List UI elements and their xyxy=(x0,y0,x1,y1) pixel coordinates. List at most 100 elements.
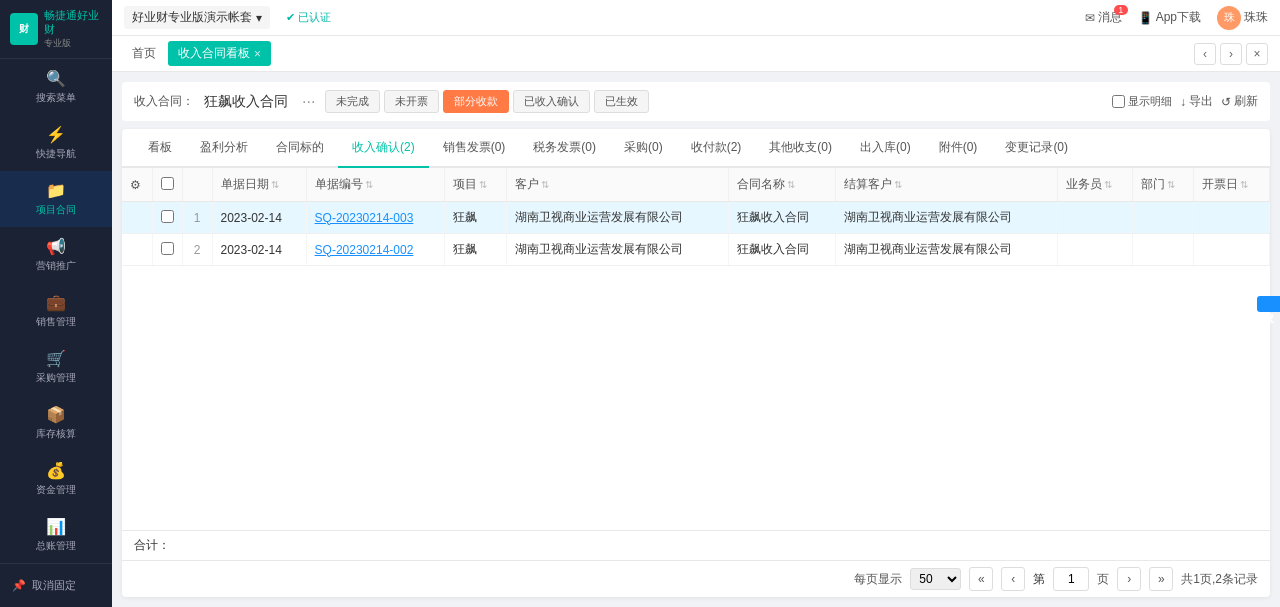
message-icon: ✉ xyxy=(1085,11,1095,25)
tab-income-contract[interactable]: 收入合同看板 × xyxy=(168,41,271,66)
sidebar-item-finance[interactable]: 💰资金管理 xyxy=(0,451,112,507)
status-btn-partial[interactable]: 部分收款 xyxy=(443,90,509,113)
row-checkbox[interactable] xyxy=(161,210,174,223)
total-label: 合计： xyxy=(134,537,170,554)
row-num: 1 xyxy=(182,202,212,234)
sidebar-item-project[interactable]: 📁项目合同 xyxy=(0,171,112,227)
logo-icon: 财 xyxy=(10,13,38,45)
inner-tab-change_log[interactable]: 变更记录(0) xyxy=(991,129,1082,168)
cancel-fixed-button[interactable]: 📌 取消固定 xyxy=(8,572,104,599)
app-download-button[interactable]: 📱 App下载 xyxy=(1138,9,1201,26)
row-gear[interactable] xyxy=(122,234,152,266)
row-dept xyxy=(1133,202,1194,234)
tab-next-button[interactable]: › xyxy=(1220,43,1242,65)
inner-tab-income_confirm[interactable]: 收入确认(2) xyxy=(338,129,429,168)
pagination-bar: 每页显示 2050100 « ‹ 第 页 › » 共1页,2条记录 xyxy=(122,560,1270,597)
inner-tab-tax_invoice[interactable]: 税务发票(0) xyxy=(519,129,610,168)
th-date[interactable]: 单据日期⇅ xyxy=(212,168,306,202)
tab-close-button[interactable]: × xyxy=(1246,43,1268,65)
row-check[interactable] xyxy=(152,202,182,234)
sidebar-item-inventory[interactable]: 📦库存核算 xyxy=(0,395,112,451)
contract-label: 收入合同： xyxy=(134,93,194,110)
row-contract-name: 狂飙收入合同 xyxy=(728,202,835,234)
tabbar: 首页 收入合同看板 × ‹ › × xyxy=(112,36,1280,72)
inner-tab-purchase[interactable]: 采购(0) xyxy=(610,129,677,168)
status-btn-no-invoice[interactable]: 未开票 xyxy=(384,90,439,113)
table-head: ⚙ 单据日期⇅ 单据编号⇅ 项目⇅ 客户⇅ 合同名称⇅ 结算客户⇅ 业务员⇅ 部… xyxy=(122,168,1270,202)
topbar: 好业财专业版演示帐套 ▾ ✔ 已认证 ✉ 1 消息 📱 App下载 珠 珠珠 xyxy=(112,0,1280,36)
show-detail-checkbox[interactable] xyxy=(1112,95,1125,108)
sidebar-item-general[interactable]: 📊总账管理 xyxy=(0,507,112,563)
inner-tab-payment[interactable]: 收付款(2) xyxy=(677,129,756,168)
sidebar-item-search[interactable]: 🔍搜索菜单 xyxy=(0,59,112,115)
first-page-button[interactable]: « xyxy=(969,567,993,591)
topbar-right: ✉ 1 消息 📱 App下载 珠 珠珠 xyxy=(1085,6,1268,30)
show-detail-label[interactable]: 显示明细 xyxy=(1112,94,1172,109)
refresh-button[interactable]: ↺ 刷新 xyxy=(1221,93,1258,110)
user-menu[interactable]: 珠 珠珠 xyxy=(1217,6,1268,30)
row-code[interactable]: SQ-20230214-003 xyxy=(306,202,445,234)
th-contract-name[interactable]: 合同名称⇅ xyxy=(728,168,835,202)
last-page-button[interactable]: » xyxy=(1149,567,1173,591)
th-invoice-date[interactable]: 开票日⇅ xyxy=(1194,168,1270,202)
th-project[interactable]: 项目⇅ xyxy=(445,168,506,202)
table-row[interactable]: 1 2023-02-14 SQ-20230214-003 狂飙 湖南卫视商业运营… xyxy=(122,202,1270,234)
export-icon: ↓ xyxy=(1180,95,1186,109)
row-num: 2 xyxy=(182,234,212,266)
th-settings[interactable]: ⚙ xyxy=(122,168,152,202)
tab-prev-button[interactable]: ‹ xyxy=(1194,43,1216,65)
export-button[interactable]: ↓ 导出 xyxy=(1180,93,1213,110)
right-float-button[interactable]: 收款记录 xyxy=(1257,296,1280,312)
inner-tab-outbound[interactable]: 出入库(0) xyxy=(846,129,925,168)
th-customer[interactable]: 客户⇅ xyxy=(506,168,728,202)
message-button[interactable]: ✉ 1 消息 xyxy=(1085,9,1122,26)
inner-tab-profit[interactable]: 盈利分析 xyxy=(186,129,262,168)
status-btn-effective[interactable]: 已生效 xyxy=(594,90,649,113)
sidebar-item-purchase[interactable]: 🛒采购管理 xyxy=(0,339,112,395)
company-selector[interactable]: 好业财专业版演示帐套 ▾ xyxy=(124,6,270,29)
prev-page-button[interactable]: ‹ xyxy=(1001,567,1025,591)
page-size-select[interactable]: 2050100 xyxy=(910,568,961,590)
row-code[interactable]: SQ-20230214-002 xyxy=(306,234,445,266)
status-buttons: 未完成未开票部分收款已收入确认已生效 xyxy=(325,90,649,113)
row-invoice-date xyxy=(1194,202,1270,234)
th-dept[interactable]: 部门⇅ xyxy=(1133,168,1194,202)
sidebar-item-quick[interactable]: ⚡快捷导航 xyxy=(0,115,112,171)
th-checkbox[interactable] xyxy=(152,168,182,202)
sidebar-item-marketing[interactable]: 📢营销推广 xyxy=(0,227,112,283)
table-header-row: ⚙ 单据日期⇅ 单据编号⇅ 项目⇅ 客户⇅ 合同名称⇅ 结算客户⇅ 业务员⇅ 部… xyxy=(122,168,1270,202)
status-btn-incomplete[interactable]: 未完成 xyxy=(325,90,380,113)
tab-close-icon[interactable]: × xyxy=(254,47,261,61)
th-salesperson[interactable]: 业务员⇅ xyxy=(1057,168,1133,202)
sidebar-icon-search: 🔍 xyxy=(46,69,66,88)
table-wrapper[interactable]: ⚙ 单据日期⇅ 单据编号⇅ 项目⇅ 客户⇅ 合同名称⇅ 结算客户⇅ 业务员⇅ 部… xyxy=(122,168,1270,530)
avatar: 珠 xyxy=(1217,6,1241,30)
select-all-checkbox[interactable] xyxy=(161,177,174,190)
th-code[interactable]: 单据编号⇅ xyxy=(306,168,445,202)
inner-tab-attachments[interactable]: 附件(0) xyxy=(925,129,992,168)
next-page-button[interactable]: › xyxy=(1117,567,1141,591)
refresh-icon: ↺ xyxy=(1221,95,1231,109)
inner-tab-other_income[interactable]: 其他收支(0) xyxy=(755,129,846,168)
tab-home[interactable]: 首页 xyxy=(124,41,164,66)
page-input[interactable] xyxy=(1053,567,1089,591)
row-checkbox[interactable] xyxy=(161,242,174,255)
inner-tabs-list: 看板盈利分析合同标的收入确认(2)销售发票(0)税务发票(0)采购(0)收付款(… xyxy=(122,129,1270,168)
row-gear[interactable] xyxy=(122,202,152,234)
status-btn-confirmed[interactable]: 已收入确认 xyxy=(513,90,590,113)
row-salesperson xyxy=(1057,202,1133,234)
inner-tab-kanban[interactable]: 看板 xyxy=(134,129,186,168)
sidebar-item-sales[interactable]: 💼销售管理 xyxy=(0,283,112,339)
more-icon[interactable]: ··· xyxy=(302,93,315,111)
inner-tab-sales_invoice[interactable]: 销售发票(0) xyxy=(429,129,520,168)
row-date: 2023-02-14 xyxy=(212,234,306,266)
sidebar-label-general: 总账管理 xyxy=(36,539,76,553)
row-check[interactable] xyxy=(152,234,182,266)
th-settlement[interactable]: 结算客户⇅ xyxy=(835,168,1057,202)
inner-tab-contract_std[interactable]: 合同标的 xyxy=(262,129,338,168)
table-row[interactable]: 2 2023-02-14 SQ-20230214-002 狂飙 湖南卫视商业运营… xyxy=(122,234,1270,266)
row-customer: 湖南卫视商业运营发展有限公司 xyxy=(506,202,728,234)
chevron-down-icon: ▾ xyxy=(256,11,262,25)
sidebar-label-quick: 快捷导航 xyxy=(36,147,76,161)
sidebar-bottom: 📌 取消固定 xyxy=(0,563,112,607)
